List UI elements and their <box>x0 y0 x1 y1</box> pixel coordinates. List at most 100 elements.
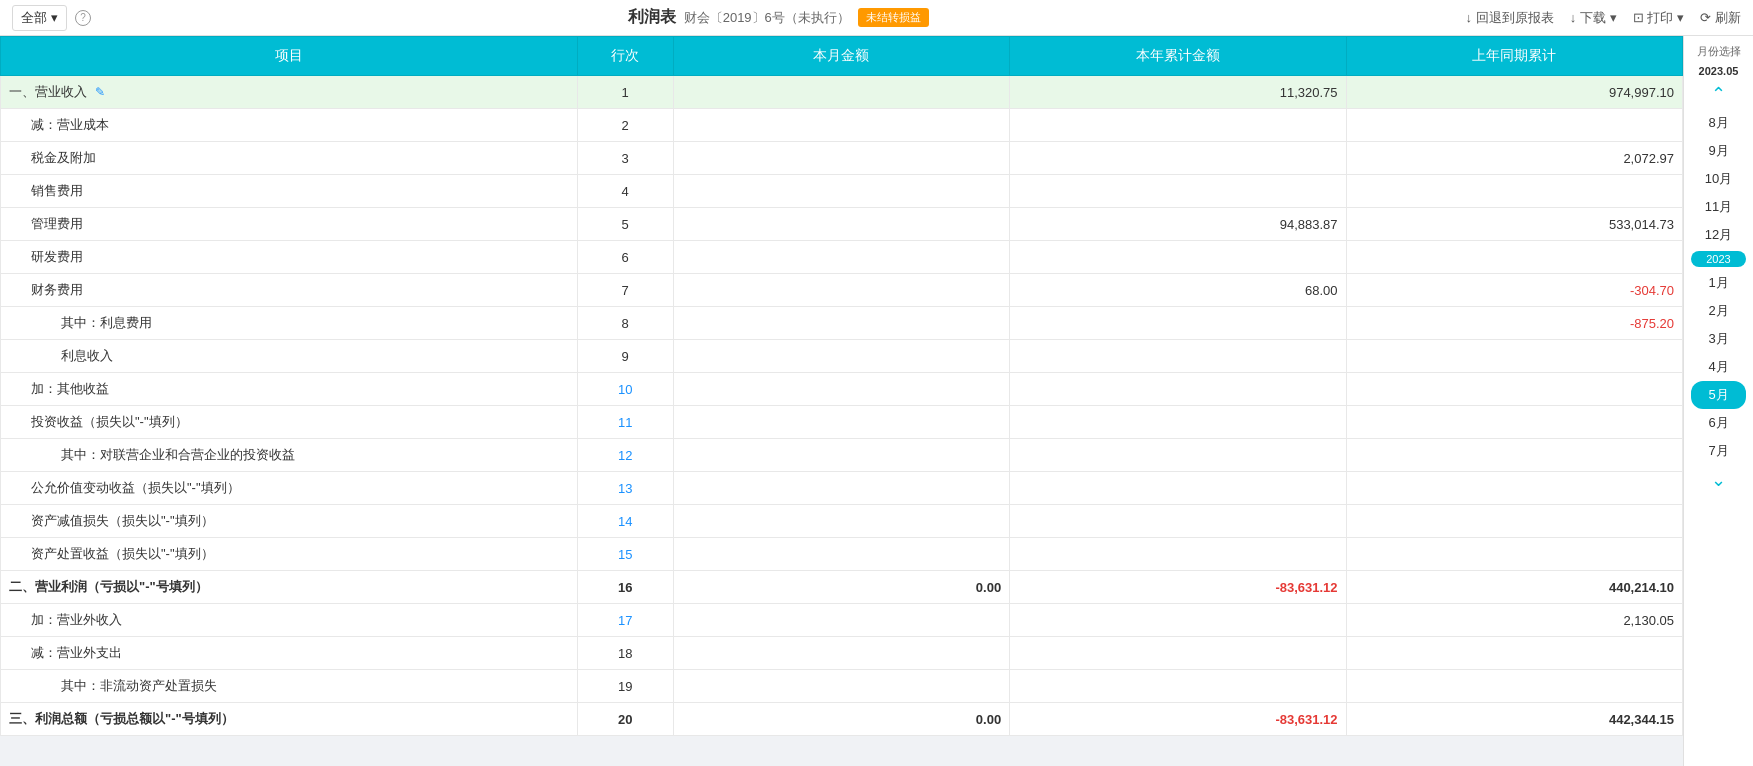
month-item-7[interactable]: 7月 <box>1684 437 1753 465</box>
cell-ytd <box>1010 406 1346 439</box>
cell-label: 管理费用 <box>1 208 578 241</box>
table-row: 其中：利息费用8 -875.20 <box>1 307 1683 340</box>
month-item-8[interactable]: 8月 <box>1684 109 1753 137</box>
month-prev-button[interactable]: ⌃ <box>1684 79 1753 109</box>
cell-cur-month <box>673 604 1009 637</box>
cell-cur-month <box>673 406 1009 439</box>
cell-label: 销售费用 <box>1 175 578 208</box>
cell-prev-year: 2,072.97 <box>1346 142 1682 175</box>
cell-cur-month <box>673 109 1009 142</box>
row-label: 投资收益（损失以"-"填列） <box>31 414 188 429</box>
row-label: 其中：非流动资产处置损失 <box>61 678 217 693</box>
cell-cur-month <box>673 472 1009 505</box>
cell-ytd: 94,883.87 <box>1010 208 1346 241</box>
cell-prev-year: 442,344.15 <box>1346 703 1682 736</box>
cell-row-num: 12 <box>577 439 673 472</box>
month-next-button[interactable]: ⌄ <box>1684 465 1753 495</box>
month-item-3[interactable]: 3月 <box>1684 325 1753 353</box>
cell-label: 一、营业收入 ✎ <box>1 76 578 109</box>
col-header-current-month: 本月金额 <box>673 37 1009 76</box>
cell-ytd: 11,320.75 <box>1010 76 1346 109</box>
cell-row-num: 10 <box>577 373 673 406</box>
report-table: 项目 行次 本月金额 本年累计金额 上年同期累计 一、营业收入✎111,320.… <box>0 36 1683 736</box>
cell-cur-month: 0.00 <box>673 703 1009 736</box>
month-item-1[interactable]: 1月 <box>1684 269 1753 297</box>
cell-label: 财务费用 <box>1 274 578 307</box>
cell-label: 其中：对联营企业和合营企业的投资收益 <box>1 439 578 472</box>
top-bar-actions: ↓ 回退到原报表 ↓ 下载 ▾ ⊡ 打印 ▾ ⟳ 刷新 <box>1466 9 1742 27</box>
top-bar: 全部 ▾ ? 利润表 财会〔2019〕6号（未执行） 未结转损益 ↓ 回退到原报… <box>0 0 1753 36</box>
back-to-original-button[interactable]: ↓ 回退到原报表 <box>1466 9 1554 27</box>
table-row: 管理费用594,883.87533,014.73 <box>1 208 1683 241</box>
row-label: 三、利润总额（亏损总额以"-"号填列） <box>9 711 234 726</box>
edit-icon[interactable]: ✎ <box>95 85 105 99</box>
month-sidebar: 月份选择 2023.05 ⌃ 8月 9月 10月 11月 12月 2023 1月… <box>1683 36 1753 766</box>
cell-ytd <box>1010 241 1346 274</box>
cell-label: 研发费用 <box>1 241 578 274</box>
table-row: 其中：非流动资产处置损失 19 <box>1 670 1683 703</box>
cell-cur-month: 0.00 <box>673 571 1009 604</box>
row-label: 二、营业利润（亏损以"-"号填列） <box>9 579 208 594</box>
cell-row-num: 19 <box>577 670 673 703</box>
month-item-4[interactable]: 4月 <box>1684 353 1753 381</box>
content-area: 项目 行次 本月金额 本年累计金额 上年同期累计 一、营业收入✎111,320.… <box>0 36 1683 766</box>
unsettled-badge[interactable]: 未结转损益 <box>858 8 929 27</box>
print-button[interactable]: ⊡ 打印 ▾ <box>1633 9 1685 27</box>
help-icon[interactable]: ? <box>75 10 91 26</box>
cell-row-num: 17 <box>577 604 673 637</box>
cell-prev-year <box>1346 175 1682 208</box>
cell-row-num: 15 <box>577 538 673 571</box>
main-container: 项目 行次 本月金额 本年累计金额 上年同期累计 一、营业收入✎111,320.… <box>0 36 1753 766</box>
cell-row-num: 11 <box>577 406 673 439</box>
table-row: 利息收入9 <box>1 340 1683 373</box>
cell-ytd: 68.00 <box>1010 274 1346 307</box>
cell-ytd <box>1010 604 1346 637</box>
cell-ytd <box>1010 109 1346 142</box>
table-row: 三、利润总额（亏损总额以"-"号填列）200.00-83,631.12442,3… <box>1 703 1683 736</box>
month-item-9[interactable]: 9月 <box>1684 137 1753 165</box>
cell-label: 加：营业外收入 <box>1 604 578 637</box>
row-label: 研发费用 <box>31 249 83 264</box>
table-row: 二、营业利润（亏损以"-"号填列）160.00-83,631.12440,214… <box>1 571 1683 604</box>
table-header-row: 项目 行次 本月金额 本年累计金额 上年同期累计 <box>1 37 1683 76</box>
cell-label: 公允价值变动收益（损失以"-"填列） <box>1 472 578 505</box>
cell-row-num: 4 <box>577 175 673 208</box>
table-row: 减：营业成本2 <box>1 109 1683 142</box>
chevron-down-icon: ▾ <box>1677 10 1684 25</box>
cell-cur-month <box>673 538 1009 571</box>
month-sidebar-title: 月份选择 <box>1684 40 1753 63</box>
cell-prev-year: 533,014.73 <box>1346 208 1682 241</box>
cell-label: 其中：利息费用 <box>1 307 578 340</box>
download-button[interactable]: ↓ 下载 ▾ <box>1570 9 1617 27</box>
scope-selector[interactable]: 全部 ▾ <box>12 5 67 31</box>
cell-label: 减：营业成本 <box>1 109 578 142</box>
cell-prev-year <box>1346 406 1682 439</box>
table-row: 其中：对联营企业和合营企业的投资收益12 <box>1 439 1683 472</box>
cell-cur-month <box>673 208 1009 241</box>
month-item-10[interactable]: 10月 <box>1684 165 1753 193</box>
cell-prev-year <box>1346 538 1682 571</box>
year-2023-marker: 2023 <box>1691 251 1746 267</box>
scope-label: 全部 <box>21 9 47 27</box>
row-label: 利息收入 <box>61 348 113 363</box>
month-item-12[interactable]: 12月 <box>1684 221 1753 249</box>
table-row: 公允价值变动收益（损失以"-"填列）13 <box>1 472 1683 505</box>
refresh-button[interactable]: ⟳ 刷新 <box>1700 9 1741 27</box>
month-item-6[interactable]: 6月 <box>1684 409 1753 437</box>
cell-prev-year <box>1346 109 1682 142</box>
row-label: 减：营业成本 <box>31 117 109 132</box>
cell-cur-month <box>673 241 1009 274</box>
col-header-item: 项目 <box>1 37 578 76</box>
month-item-2[interactable]: 2月 <box>1684 297 1753 325</box>
cell-cur-month <box>673 637 1009 670</box>
month-item-5-active[interactable]: 5月 <box>1691 381 1746 409</box>
cell-row-num: 20 <box>577 703 673 736</box>
cell-ytd: -83,631.12 <box>1010 571 1346 604</box>
cell-row-num: 8 <box>577 307 673 340</box>
month-item-11[interactable]: 11月 <box>1684 193 1753 221</box>
row-label: 一、营业收入 <box>9 84 87 99</box>
cell-prev-year: -875.20 <box>1346 307 1682 340</box>
table-row: 财务费用768.00-304.70 <box>1 274 1683 307</box>
cell-prev-year <box>1346 373 1682 406</box>
cell-prev-year <box>1346 340 1682 373</box>
